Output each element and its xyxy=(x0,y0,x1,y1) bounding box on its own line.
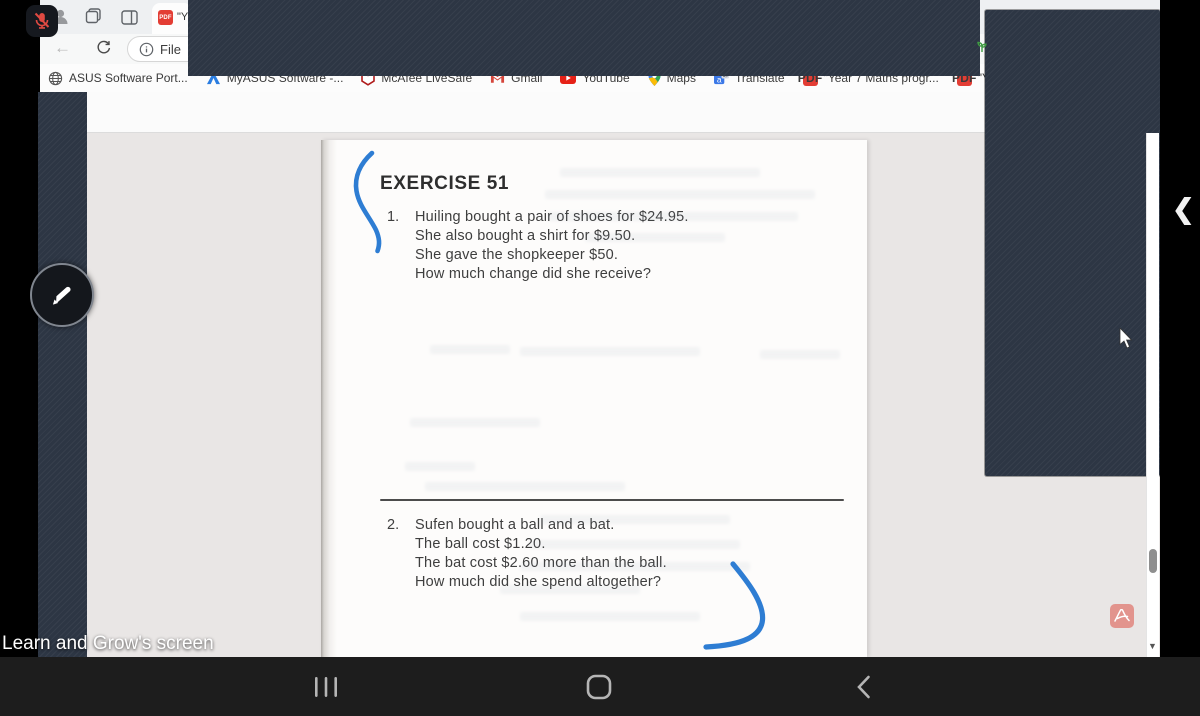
back-nav-button[interactable] xyxy=(838,657,888,716)
back-button[interactable]: ← xyxy=(54,38,71,58)
pdf-tab-icon: PDF xyxy=(158,10,173,25)
section-divider xyxy=(380,499,844,501)
q1-line: She gave the shopkeeper $50. xyxy=(415,247,619,263)
share-overlay-left-strip xyxy=(38,92,87,657)
tab-title: "Y xyxy=(177,11,189,23)
refresh-button[interactable] xyxy=(95,39,112,56)
active-tab[interactable]: PDF "Y xyxy=(152,3,192,34)
android-nav-bar xyxy=(0,657,1200,716)
q2-number: 2. xyxy=(387,517,400,533)
textbook-page: EXERCISE 51 1. Huiling bought a pair of … xyxy=(321,140,867,657)
pdf-scrollbar-track[interactable] xyxy=(1146,133,1159,657)
acrobat-fab[interactable] xyxy=(1110,604,1134,628)
exercise-heading: EXERCISE 51 xyxy=(380,173,510,194)
recents-button[interactable] xyxy=(300,657,352,716)
q2-line: The ball cost $1.20. xyxy=(415,536,546,552)
recents-icon xyxy=(315,676,337,697)
back-chevron-icon xyxy=(856,675,870,698)
sprout-icon xyxy=(977,41,987,52)
bookmark-asus[interactable]: ASUS Software Port... xyxy=(48,71,188,86)
info-icon xyxy=(139,42,154,57)
pdf-scrollbar-thumb[interactable] xyxy=(1148,549,1157,573)
mouse-cursor xyxy=(1119,328,1133,349)
scroll-down-arrow[interactable]: ▼ xyxy=(1147,641,1158,651)
page-spine-shadow xyxy=(321,140,337,657)
panel-collapse-chevron[interactable]: ❮ xyxy=(1172,194,1195,225)
share-overlay-top-band xyxy=(188,0,980,76)
mic-muted-indicator[interactable] xyxy=(26,5,58,37)
address-text: File xyxy=(160,42,181,57)
q1-number: 1. xyxy=(387,209,400,225)
home-button[interactable] xyxy=(572,657,626,716)
globe-icon xyxy=(48,71,63,85)
shared-screen-view: PDF "Y ← File ASUS Software Port... MyAS… xyxy=(0,0,1200,716)
acrobat-icon xyxy=(1114,609,1130,622)
pencil-icon xyxy=(52,286,71,305)
workspaces-icon[interactable] xyxy=(84,8,103,25)
mic-muted-icon xyxy=(34,12,50,29)
annotate-pencil-button[interactable] xyxy=(30,263,94,327)
presenter-label: Learn and Grow's screen xyxy=(2,633,214,654)
q1-line: How much change did she receive? xyxy=(415,266,652,282)
video-panel[interactable] xyxy=(985,10,1160,476)
tab-actions-icon[interactable] xyxy=(121,10,138,25)
home-icon xyxy=(586,674,612,699)
